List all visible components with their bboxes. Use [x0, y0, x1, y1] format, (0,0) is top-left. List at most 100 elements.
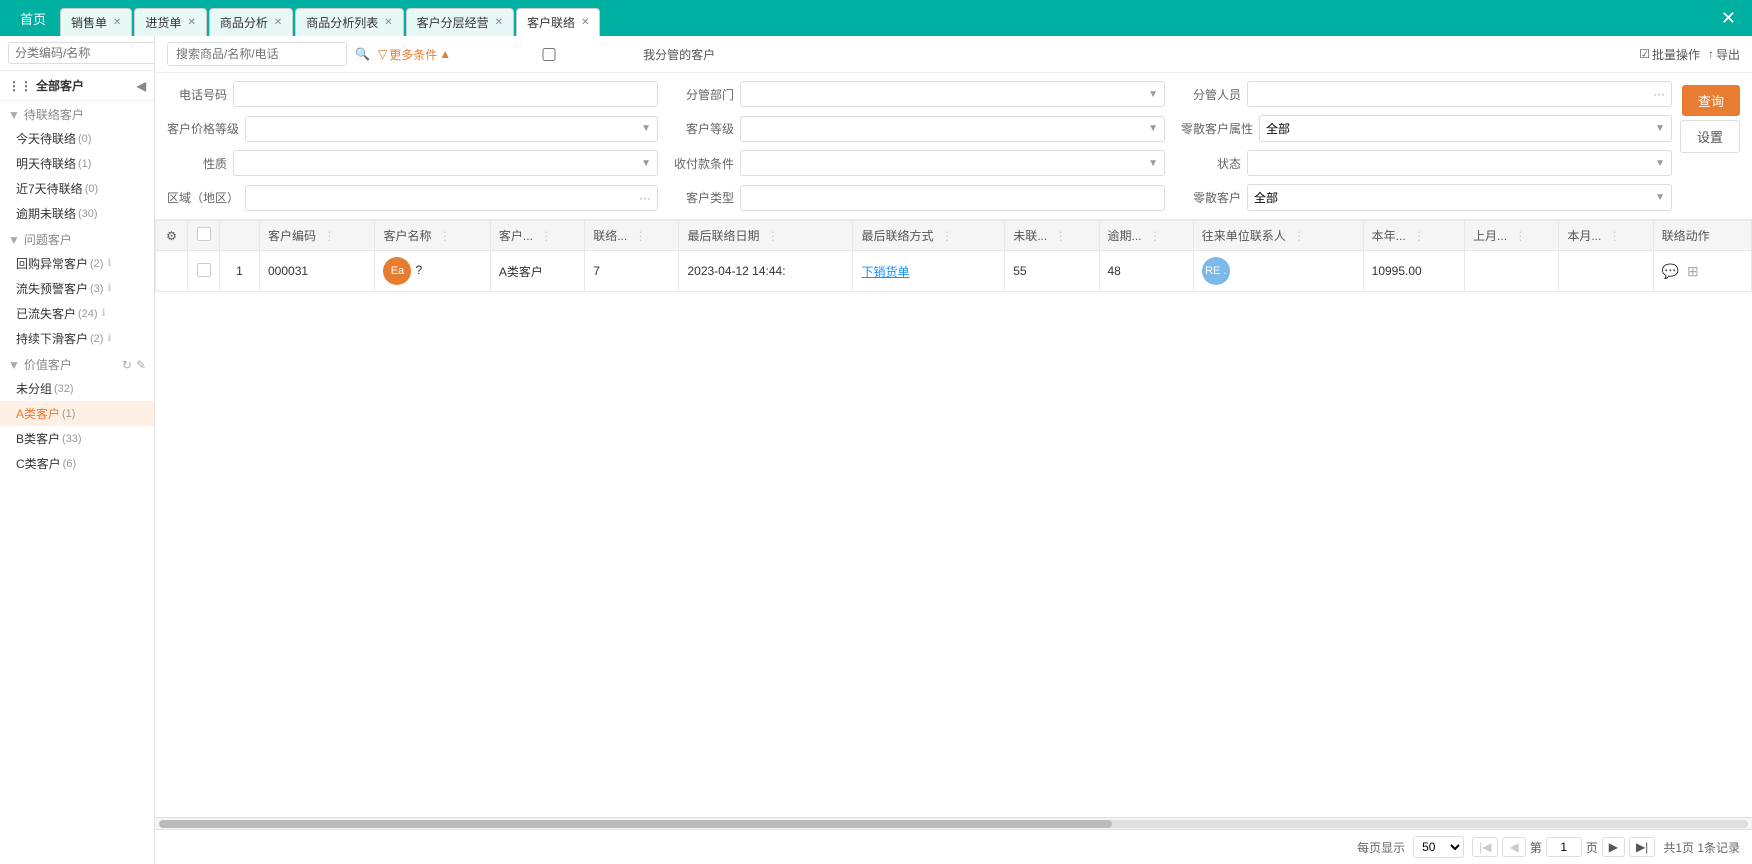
col-resizer[interactable]: ⋮ [767, 229, 771, 243]
next-page-button[interactable]: ▶ [1602, 837, 1625, 857]
close-icon[interactable]: ✕ [274, 17, 282, 28]
col-resizer[interactable]: ⋮ [1413, 229, 1417, 243]
region-input[interactable]: ··· [245, 185, 658, 211]
col-contacts-person[interactable]: 往来单位联系人 ⋮ [1193, 221, 1363, 251]
col-no-contact[interactable]: 未联... ⋮ [1005, 221, 1099, 251]
col-actions: 联络动作 [1653, 221, 1751, 251]
retail-select[interactable]: 全部 ▼ [1247, 184, 1672, 211]
col-resizer[interactable]: ⋮ [941, 229, 945, 243]
retail-attr-select[interactable]: 全部 ▼ [1259, 115, 1672, 142]
close-icon[interactable]: ✕ [495, 17, 503, 28]
first-page-button[interactable]: |◀ [1472, 837, 1498, 857]
chat-icon[interactable]: 💬 [1662, 263, 1679, 280]
batch-ops-button[interactable]: ☑ 批量操作 [1639, 46, 1700, 63]
col-this-year[interactable]: 本年... ⋮ [1363, 221, 1464, 251]
row-check[interactable] [188, 251, 220, 292]
my-customers-checkbox[interactable]: 我分管的客户 [459, 46, 715, 63]
nav-tab-customer-tier[interactable]: 客户分层经营 ✕ [406, 8, 514, 36]
nav-tab-customer-contact[interactable]: 客户联络 ✕ [516, 8, 600, 36]
sidebar-item-tomorrow-contact[interactable]: 明天待联络 (1) [0, 151, 154, 176]
nav-tab-analysis[interactable]: 商品分析 ✕ [209, 8, 293, 36]
nav-home[interactable]: 首页 [8, 0, 58, 36]
dept-select[interactable]: ▼ [740, 81, 1165, 107]
price-tier-select[interactable]: ▼ [245, 116, 658, 142]
close-icon[interactable]: ✕ [187, 17, 195, 28]
sidebar-group-problem: ▼ 问题客户 [0, 226, 154, 251]
prev-page-button[interactable]: ◀ [1502, 837, 1525, 857]
close-icon[interactable]: ✕ [113, 17, 121, 28]
phone-input[interactable] [233, 81, 658, 107]
customer-tier-select[interactable]: ▼ [740, 116, 1165, 142]
query-button[interactable]: 查询 [1682, 85, 1740, 116]
edit-icon[interactable]: ✎ [136, 358, 146, 372]
select-all-checkbox[interactable] [197, 227, 211, 241]
row-settings [156, 251, 188, 292]
sidebar-item-class-b[interactable]: B类客户 (33) [0, 426, 154, 451]
search-input[interactable] [167, 42, 347, 66]
per-page-label: 每页显示 [1357, 839, 1405, 856]
payment-select[interactable]: ▼ [740, 150, 1165, 176]
col-last-contact-date[interactable]: 最后联络日期 ⋮ [679, 221, 853, 251]
status-select[interactable]: ▼ [1247, 150, 1672, 176]
manager-input[interactable]: ··· [1247, 81, 1672, 107]
nav-tab-purchase[interactable]: 进货单 ✕ [134, 8, 206, 36]
sidebar-item-class-a[interactable]: A类客户 (1) [0, 401, 154, 426]
nav-tab-sales[interactable]: 销售单 ✕ [60, 8, 132, 36]
sidebar-search-input[interactable] [8, 42, 155, 64]
col-settings[interactable]: ⚙ [156, 221, 188, 251]
col-resizer[interactable]: ⋮ [1055, 229, 1059, 243]
set-button[interactable]: 设置 [1680, 120, 1740, 153]
page-input[interactable] [1546, 837, 1582, 857]
col-resizer[interactable]: ⋮ [1609, 229, 1613, 243]
filter-row-price-tier: 客户价格等级 ▼ [167, 115, 658, 142]
sidebar-item-ungrouped[interactable]: 未分组 (32) [0, 376, 154, 401]
sidebar-item-declining[interactable]: 持续下滑客户 (2) ℹ [0, 326, 154, 351]
more-conditions-button[interactable]: ▽ 更多条件 ▲ [378, 46, 451, 63]
close-icon[interactable]: ✕ [384, 17, 392, 28]
sidebar-item-overdue-contact[interactable]: 逾期未联络 (30) [0, 201, 154, 226]
per-page-select[interactable]: 50 100 200 [1413, 836, 1464, 858]
row-checkbox[interactable] [197, 263, 211, 277]
filter-search-icon[interactable]: 🔍 [355, 47, 370, 61]
col-resizer[interactable]: ⋮ [1293, 229, 1297, 243]
window-close-button[interactable]: ✕ [1713, 8, 1744, 29]
sidebar-item-today-contact[interactable]: 今天待联络 (0) [0, 126, 154, 151]
sidebar-all-customers[interactable]: ⋮⋮ 全部客户 ◀ [0, 71, 154, 101]
scrollbar-thumb[interactable] [159, 820, 1112, 828]
info-icon: ℹ [107, 283, 111, 294]
col-customer-name[interactable]: 客户名称 ⋮ [375, 221, 490, 251]
col-resizer[interactable]: ⋮ [540, 229, 544, 243]
col-resizer[interactable]: ⋮ [1514, 229, 1518, 243]
export-button[interactable]: ↑ 导出 [1708, 46, 1740, 63]
nature-select[interactable]: ▼ [233, 150, 658, 176]
refresh-icon[interactable]: ↻ [122, 358, 132, 372]
sidebar-item-churned[interactable]: 已流失客户 (24) ℹ [0, 301, 154, 326]
collapse-icon[interactable]: ◀ [137, 79, 146, 93]
col-overdue[interactable]: 逾期... ⋮ [1099, 221, 1193, 251]
col-resizer[interactable]: ⋮ [323, 229, 327, 243]
col-resizer[interactable]: ⋮ [439, 229, 443, 243]
grid-action-icon[interactable]: ⊞ [1687, 263, 1699, 280]
col-last-month[interactable]: 上月... ⋮ [1465, 221, 1559, 251]
col-this-month[interactable]: 本月... ⋮ [1559, 221, 1653, 251]
last-page-button[interactable]: ▶| [1629, 837, 1655, 857]
sidebar-item-churn-warning[interactable]: 流失预警客户 (3) ℹ [0, 276, 154, 301]
scrollbar-track[interactable] [159, 820, 1748, 828]
sidebar-item-class-c[interactable]: C类客户 (6) [0, 451, 154, 476]
col-last-contact-method[interactable]: 最后联络方式 ⋮ [853, 221, 1005, 251]
nav-tab-analysis-list[interactable]: 商品分析列表 ✕ [295, 8, 403, 36]
col-check[interactable] [188, 221, 220, 251]
row-last-contact-method[interactable]: 下销货单 [853, 251, 1005, 292]
horizontal-scrollbar[interactable] [155, 817, 1752, 829]
close-icon[interactable]: ✕ [581, 17, 589, 28]
col-customer-type[interactable]: 客户... ⋮ [490, 221, 584, 251]
col-customer-code[interactable]: 客户编码 ⋮ [260, 221, 375, 251]
customer-type-input[interactable] [740, 185, 1165, 211]
col-resizer[interactable]: ⋮ [1149, 229, 1153, 243]
sidebar-item-repurchase-abnormal[interactable]: 回购异常客户 (2) ℹ [0, 251, 154, 276]
my-customers-check[interactable] [459, 48, 639, 61]
triangle-icon: ▼ [8, 108, 20, 122]
sidebar-item-7day-contact[interactable]: 近7天待联络 (0) [0, 176, 154, 201]
col-contact-count[interactable]: 联络... ⋮ [585, 221, 679, 251]
col-resizer[interactable]: ⋮ [635, 229, 639, 243]
